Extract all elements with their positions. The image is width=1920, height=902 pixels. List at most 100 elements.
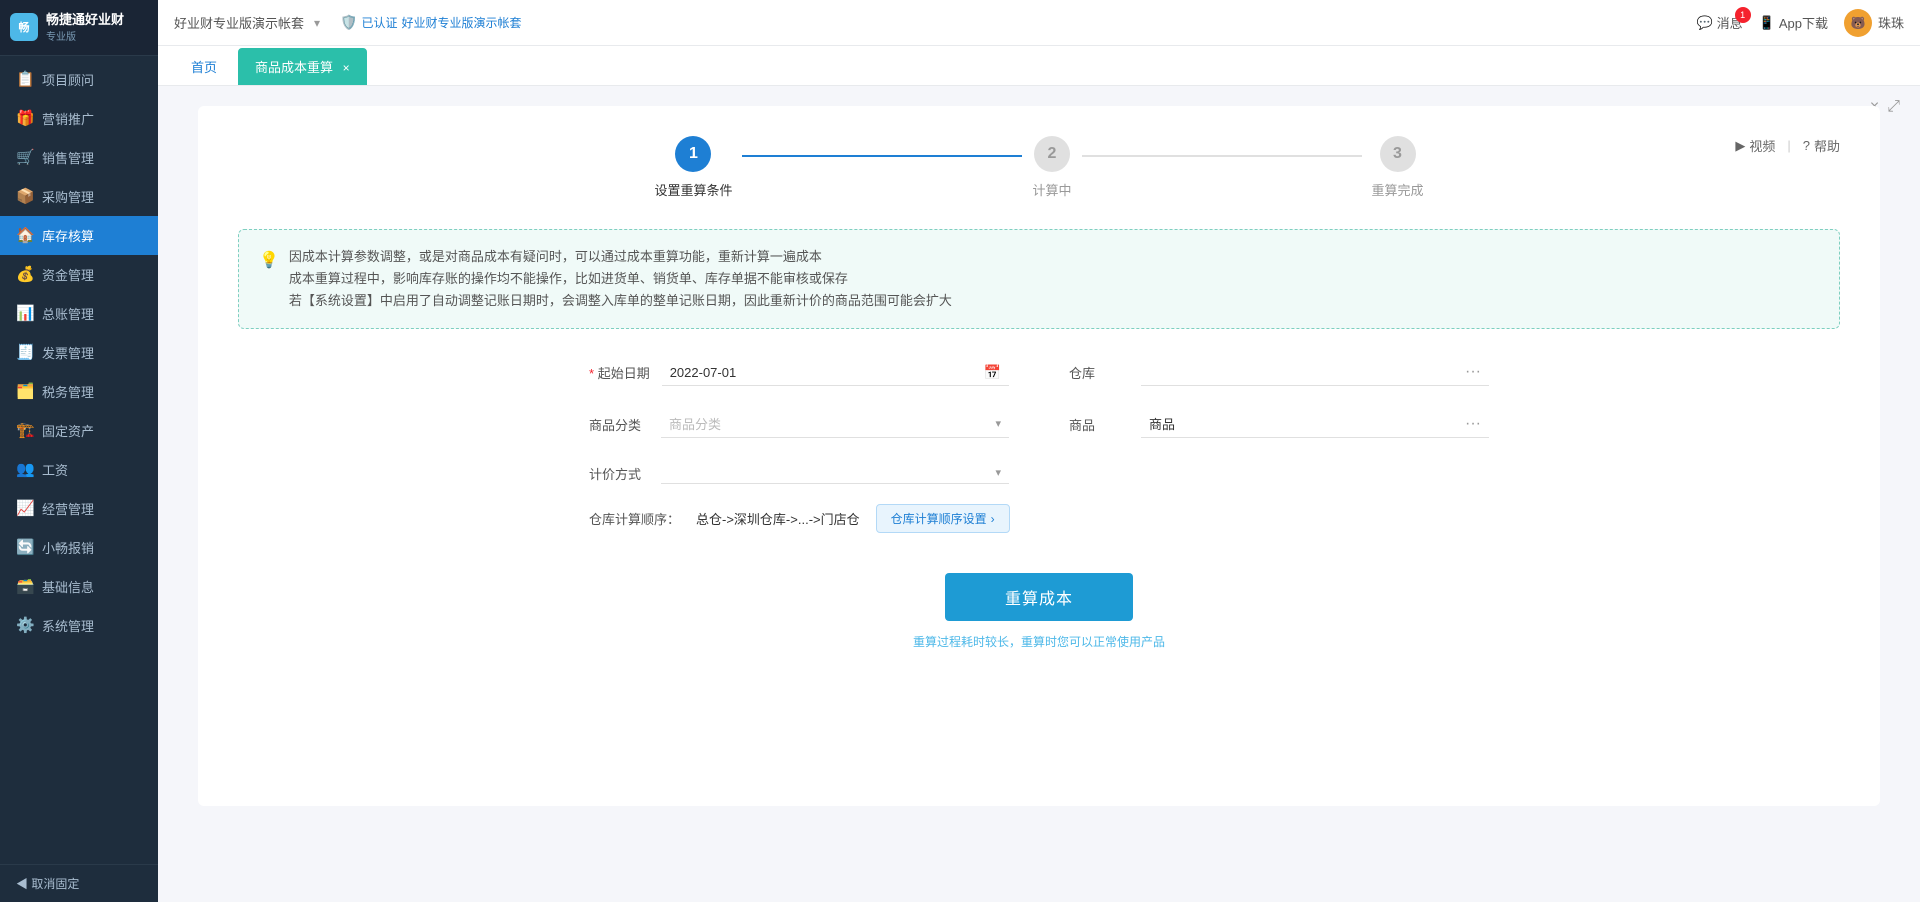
tab-bar: 首页 商品成本重算 × xyxy=(158,46,1920,86)
account-dropdown-icon: ▾ xyxy=(314,16,320,30)
message-icon: 💬 xyxy=(1696,15,1712,31)
step-1-circle: 1 xyxy=(675,136,711,172)
expense-icon: 🔄 xyxy=(16,538,34,556)
info-line-3: 若【系统设置】中启用了自动调整记账日期时，会调整入库单的整单记账日期，因此重新计… xyxy=(289,290,952,312)
purchase-icon: 📦 xyxy=(16,187,34,205)
operations-icon: 📈 xyxy=(16,499,34,517)
sidebar-item-tax[interactable]: 🗂️ 税务管理 xyxy=(0,372,158,411)
warehouse-more-icon[interactable]: ··· xyxy=(1465,363,1481,381)
sidebar-item-finance[interactable]: 💰 资金管理 xyxy=(0,255,158,294)
required-star: * xyxy=(589,366,594,381)
sidebar-item-label: 销售管理 xyxy=(42,148,94,167)
sidebar-item-marketing[interactable]: 🎁 营销推广 xyxy=(0,99,158,138)
warehouse-order-btn-label: 仓库计算顺序设置 xyxy=(891,510,987,527)
project-icon: 📋 xyxy=(16,70,34,88)
sidebar-item-hr[interactable]: 👥 工资 xyxy=(0,450,158,489)
calendar-icon[interactable]: 📅 xyxy=(984,364,1001,381)
form-row-category: 商品分类 商品分类 ▾ xyxy=(589,410,1009,438)
verified-text: 已认证 xyxy=(361,14,397,31)
sidebar-item-label: 营销推广 xyxy=(42,109,94,128)
info-line-2: 成本重算过程中，影响库存账的操作均不能操作，比如进货单、销货单、库存单据不能审核… xyxy=(289,268,952,290)
step-1: 1 设置重算条件 xyxy=(654,136,732,199)
product-input-wrapper[interactable]: 商品 ··· xyxy=(1141,410,1489,438)
step-3-number: 3 xyxy=(1393,145,1402,163)
app-logo-icon: 畅 xyxy=(10,13,38,41)
product-more-icon[interactable]: ··· xyxy=(1465,415,1481,433)
shield-icon: 🛡️ xyxy=(340,14,357,31)
tax-icon: 🗂️ xyxy=(16,382,34,400)
step-bar: 1 设置重算条件 2 计算中 3 重算完成 xyxy=(238,136,1840,199)
app-download-label: App下载 xyxy=(1779,13,1828,32)
sidebar-item-label: 经营管理 xyxy=(42,499,94,518)
sidebar-pin-toggle[interactable]: ◀ 取消固定 xyxy=(0,864,158,902)
sidebar-item-label: 小畅报销 xyxy=(42,538,94,557)
tab-cost-recalc[interactable]: 商品成本重算 × xyxy=(238,48,367,85)
sidebar-edition: 专业版 xyxy=(46,28,124,43)
sidebar-item-inventory[interactable]: 🏠 库存核算 xyxy=(0,216,158,255)
finance-icon: 💰 xyxy=(16,265,34,283)
expand-window-button[interactable]: ⤢ xyxy=(1887,98,1900,116)
form-row-empty xyxy=(1069,462,1489,484)
step-line-2-3 xyxy=(1082,155,1362,157)
warehouse-input-wrapper[interactable]: ··· xyxy=(1141,359,1489,386)
warehouse-order-value: 总仓->深圳仓库->...->门店仓 xyxy=(696,509,860,528)
sidebar-item-operations[interactable]: 📈 经营管理 xyxy=(0,489,158,528)
sidebar-item-label: 工资 xyxy=(42,460,68,479)
recalculate-button[interactable]: 重算成本 xyxy=(945,573,1133,621)
sidebar-nav: 📋 项目顾问 🎁 营销推广 🛒 销售管理 📦 采购管理 🏠 库存核算 💰 资金管… xyxy=(0,56,158,864)
sidebar-item-assets[interactable]: 🏗️ 固定资产 xyxy=(0,411,158,450)
sidebar-item-project[interactable]: 📋 项目顾问 xyxy=(0,60,158,99)
step-3-circle: 3 xyxy=(1380,136,1416,172)
inventory-icon: 🏠 xyxy=(16,226,34,244)
sidebar-item-basic[interactable]: 🗃️ 基础信息 xyxy=(0,567,158,606)
basic-icon: 🗃️ xyxy=(16,577,34,595)
sidebar-app-info: 畅捷通好业财 专业版 xyxy=(46,12,124,43)
tab-close-icon[interactable]: × xyxy=(343,61,350,75)
form-row-product: 商品 商品 ··· xyxy=(1069,410,1489,438)
product-label: 商品 xyxy=(1069,415,1129,434)
pricing-select[interactable]: ▾ xyxy=(661,462,1009,484)
category-chevron-icon: ▾ xyxy=(995,417,1001,430)
sidebar-item-label: 库存核算 xyxy=(42,226,94,245)
submit-section: 重算成本 重算过程耗时较长，重算时您可以正常使用产品 xyxy=(238,573,1840,650)
account-name: 好业财专业版演示帐套 xyxy=(174,13,304,32)
sidebar-item-label: 基础信息 xyxy=(42,577,94,596)
account-selector[interactable]: 好业财专业版演示帐套 ▾ xyxy=(174,13,320,32)
sidebar-item-system[interactable]: ⚙️ 系统管理 xyxy=(0,606,158,645)
app-download-button[interactable]: 📱 App下载 xyxy=(1759,13,1828,32)
step-2: 2 计算中 xyxy=(1032,136,1071,199)
category-placeholder: 商品分类 xyxy=(669,414,995,433)
account-full-name: 好业财专业版演示帐套 xyxy=(402,14,522,31)
category-label: 商品分类 xyxy=(589,415,649,434)
sidebar-item-label: 税务管理 xyxy=(42,382,94,401)
tab-home[interactable]: 首页 xyxy=(174,48,234,85)
message-count-badge: 1 xyxy=(1735,7,1751,23)
info-icon: 💡 xyxy=(259,247,279,312)
sidebar-item-purchase[interactable]: 📦 采购管理 xyxy=(0,177,158,216)
warehouse-order-settings-button[interactable]: 仓库计算顺序设置 › xyxy=(876,504,1010,533)
marketing-icon: 🎁 xyxy=(16,109,34,127)
sidebar-item-sales[interactable]: 🛒 销售管理 xyxy=(0,138,158,177)
submit-hint: 重算过程耗时较长，重算时您可以正常使用产品 xyxy=(913,633,1165,650)
sidebar-item-label: 采购管理 xyxy=(42,187,94,206)
sidebar-header: 畅 畅捷通好业财 专业版 xyxy=(0,0,158,56)
sidebar-app-name: 畅捷通好业财 xyxy=(46,12,124,28)
step-1-label: 设置重算条件 xyxy=(654,180,732,199)
category-select[interactable]: 商品分类 ▾ xyxy=(661,410,1009,438)
warehouse-order-section: 仓库计算顺序： 总仓->深圳仓库->...->门店仓 仓库计算顺序设置 › xyxy=(589,504,1489,533)
topbar: 好业财专业版演示帐套 ▾ 🛡️ 已认证 好业财专业版演示帐套 💬 消息 1 📱 … xyxy=(158,0,1920,46)
sidebar-item-label: 项目顾问 xyxy=(42,70,94,89)
topbar-right: 💬 消息 1 📱 App下载 🐻 珠珠 xyxy=(1696,9,1904,37)
user-menu[interactable]: 🐻 珠珠 xyxy=(1844,9,1904,37)
main-area: 好业财专业版演示帐套 ▾ 🛡️ 已认证 好业财专业版演示帐套 💬 消息 1 📱 … xyxy=(158,0,1920,902)
username-label: 珠珠 xyxy=(1878,13,1904,32)
step-3-label: 重算完成 xyxy=(1372,180,1424,199)
sales-icon: 🛒 xyxy=(16,148,34,166)
sidebar-item-accounting[interactable]: 📊 总账管理 xyxy=(0,294,158,333)
sidebar-item-invoice[interactable]: 🧾 发票管理 xyxy=(0,333,158,372)
sidebar-item-expense[interactable]: 🔄 小畅报销 xyxy=(0,528,158,567)
sidebar-item-label: 系统管理 xyxy=(42,616,94,635)
message-button[interactable]: 💬 消息 1 xyxy=(1696,13,1742,32)
warehouse-order-btn-icon: › xyxy=(991,512,995,526)
sidebar-item-label: 发票管理 xyxy=(42,343,94,362)
